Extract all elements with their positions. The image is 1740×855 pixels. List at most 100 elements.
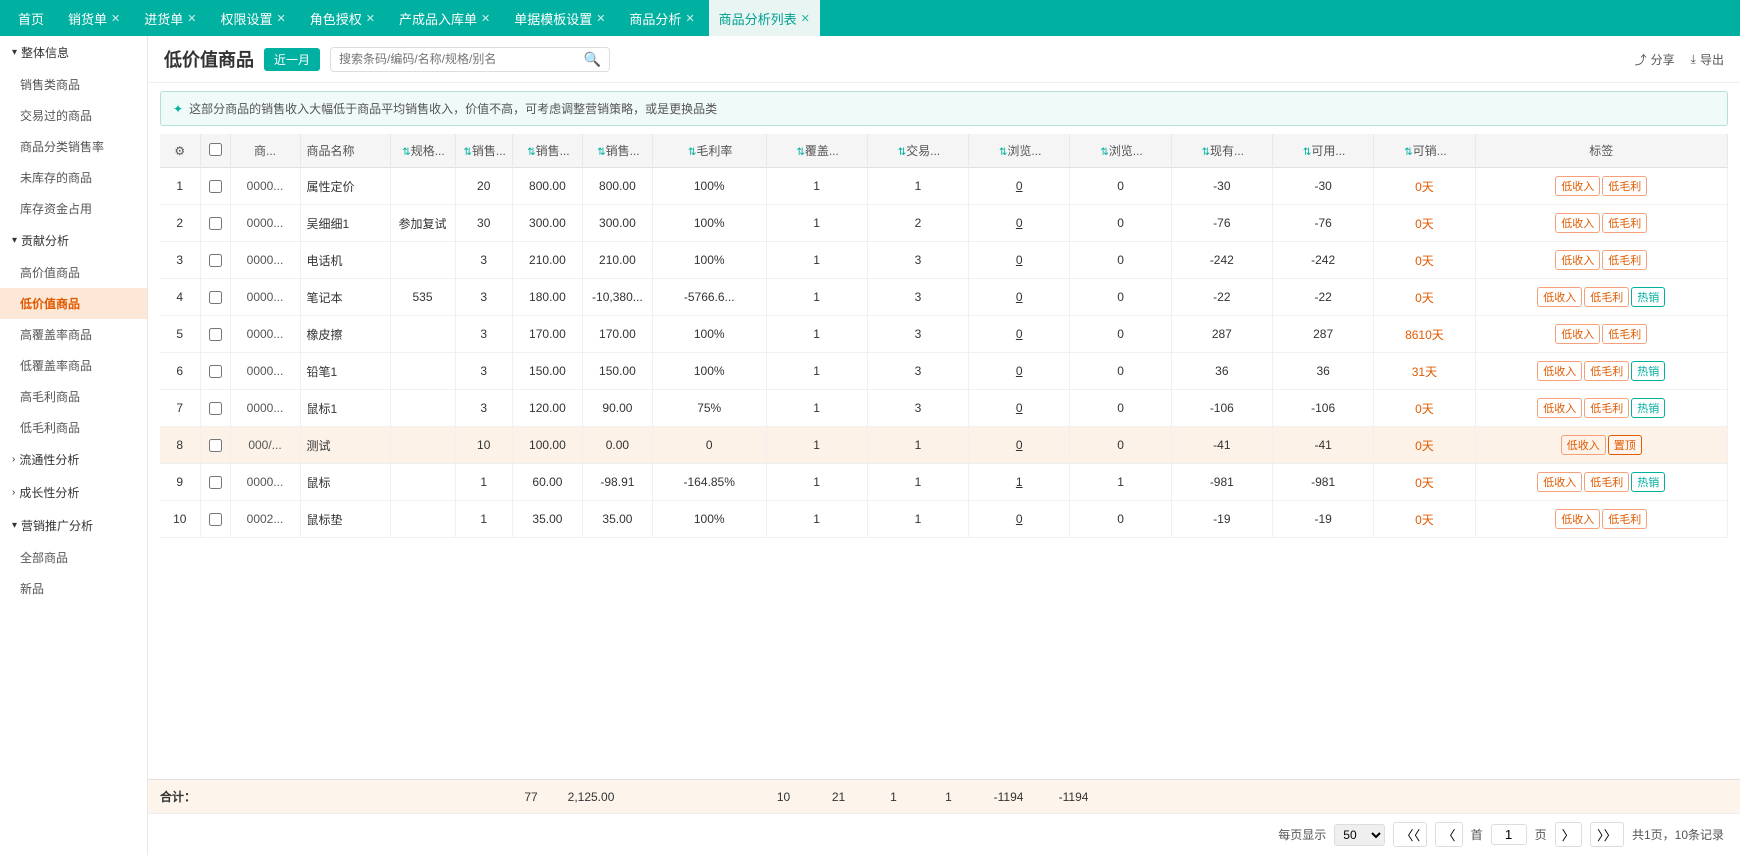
cell-check [200,205,230,242]
nav-product-analysis[interactable]: 商品分析 ✕ [619,0,704,36]
nav-permission[interactable]: 权限设置 ✕ [210,0,295,36]
cell-code: 0000... [230,464,300,501]
th-checkbox [200,134,230,168]
sidebar-group-marketing[interactable]: ▾ 营销推广分析 [0,509,147,542]
nav-close-purchase[interactable]: ✕ [187,12,196,25]
current-page-input[interactable] [1491,824,1527,845]
nav-purchase[interactable]: 进货单 ✕ [134,0,206,36]
sidebar-item-category-sales[interactable]: 商品分类销售率 [0,131,147,162]
sidebar-item-low-value[interactable]: 低价值商品 [0,288,147,319]
cell-s3: 800.00 [582,168,652,205]
row-checkbox[interactable] [209,217,222,230]
browse-link[interactable]: 0 [1016,438,1023,452]
sidebar-item-low-coverage[interactable]: 低覆盖率商品 [0,350,147,381]
sidebar-group-circulation[interactable]: › 流通性分析 [0,443,147,476]
cell-s2: 180.00 [512,279,582,316]
prev-page-button[interactable]: 〈 [1435,822,1462,847]
share-button[interactable]: ⤴ 分享 [1635,51,1675,68]
cell-num: 9 [160,464,200,501]
row-checkbox[interactable] [209,254,222,267]
browse-link[interactable]: 0 [1016,253,1023,267]
cell-days: 0天 [1374,390,1475,427]
row-checkbox[interactable] [209,328,222,341]
sidebar-item-high-value[interactable]: 高价值商品 [0,257,147,288]
sidebar-group-growth[interactable]: › 成长性分析 [0,476,147,509]
sidebar-group-contribution[interactable]: ▾ 贡献分析 [0,224,147,257]
th-browse1[interactable]: ⇅浏览... [969,134,1070,168]
total-label: 共1页，10条记录 [1632,826,1724,843]
browse-link[interactable]: 1 [1016,475,1023,489]
export-button[interactable]: ⤓ 导出 [1691,51,1724,68]
nav-close-sales[interactable]: ✕ [111,12,120,25]
browse-link[interactable]: 0 [1016,179,1023,193]
row-checkbox[interactable] [209,476,222,489]
row-checkbox[interactable] [209,180,222,193]
nav-close-product-analysis[interactable]: ✕ [685,12,694,25]
cell-check [200,168,230,205]
cell-s1: 3 [455,316,512,353]
sidebar-item-sales-products[interactable]: 销售类商品 [0,69,147,100]
sidebar-group-overview[interactable]: ▾ 整体信息 [0,36,147,69]
first-page-button[interactable]: 〈〈 [1393,822,1427,847]
cell-name: 铅笔1 [300,353,390,390]
nav-home[interactable]: 首页 [8,0,54,36]
nav-role[interactable]: 角色授权 ✕ [300,0,385,36]
browse-link[interactable]: 0 [1016,364,1023,378]
th-spec[interactable]: ⇅规格... [390,134,455,168]
nav-product-analysis-list[interactable]: 商品分析列表 ✕ [709,0,820,36]
sidebar-item-high-profit[interactable]: 高毛利商品 [0,381,147,412]
cell-code: 0002... [230,501,300,538]
period-button[interactable]: 近一月 [264,48,320,71]
sidebar-item-high-coverage[interactable]: 高覆盖率商品 [0,319,147,350]
cell-tags: 低收入低毛利 [1475,501,1727,538]
sidebar-item-new-products[interactable]: 新品 [0,573,147,604]
th-trade[interactable]: ⇅交易... [867,134,968,168]
th-code[interactable]: 商... [230,134,300,168]
nav-close-product-analysis-list[interactable]: ✕ [801,12,810,25]
nav-product-inbound[interactable]: 产成品入库单 ✕ [389,0,500,36]
cell-tags: 低收入低毛利 [1475,242,1727,279]
nav-sales[interactable]: 销货单 ✕ [58,0,130,36]
sidebar-item-stock-capital[interactable]: 库存资金占用 [0,193,147,224]
nav-template[interactable]: 单据模板设置 ✕ [504,0,615,36]
th-stock3[interactable]: ⇅可销... [1374,134,1475,168]
th-s2[interactable]: ⇅销售... [512,134,582,168]
th-s1[interactable]: ⇅销售... [455,134,512,168]
nav-close-template[interactable]: ✕ [596,12,605,25]
browse-link[interactable]: 0 [1016,401,1023,415]
row-checkbox[interactable] [209,439,222,452]
th-cov[interactable]: ⇅覆盖... [766,134,867,168]
tag-低毛利: 低毛利 [1602,509,1647,529]
tag-热销: 热销 [1631,361,1665,381]
row-checkbox[interactable] [209,365,222,378]
th-stock1[interactable]: ⇅现有... [1171,134,1272,168]
row-checkbox[interactable] [209,513,222,526]
nav-close-product-inbound[interactable]: ✕ [481,12,490,25]
browse-link[interactable]: 0 [1016,216,1023,230]
th-browse2[interactable]: ⇅浏览... [1070,134,1171,168]
cell-stock2: -22 [1272,279,1373,316]
settings-icon[interactable]: ⚙ [174,144,185,158]
select-all-checkbox[interactable] [209,143,222,156]
sidebar-item-traded-products[interactable]: 交易过的商品 [0,100,147,131]
row-checkbox[interactable] [209,291,222,304]
nav-close-role[interactable]: ✕ [366,12,375,25]
sidebar-item-low-profit[interactable]: 低毛利商品 [0,412,147,443]
last-page-button[interactable]: 〉〉 [1590,822,1624,847]
sidebar-item-no-stock[interactable]: 未库存的商品 [0,162,147,193]
tag-低收入: 低收入 [1561,435,1606,455]
search-input[interactable] [339,52,578,66]
per-page-select[interactable]: 50 100 [1334,824,1385,846]
th-name[interactable]: 商品名称 [300,134,390,168]
browse-link[interactable]: 0 [1016,290,1023,304]
th-s3[interactable]: ⇅销售... [582,134,652,168]
browse-link[interactable]: 0 [1016,512,1023,526]
next-page-button[interactable]: 〉 [1555,822,1582,847]
table-wrapper[interactable]: ⚙ 商... 商品名称 ⇅规格... [148,134,1740,779]
nav-close-permission[interactable]: ✕ [277,12,286,25]
sidebar-item-all-products[interactable]: 全部商品 [0,542,147,573]
th-rate[interactable]: ⇅毛利率 [652,134,766,168]
th-stock2[interactable]: ⇅可用... [1272,134,1373,168]
browse-link[interactable]: 0 [1016,327,1023,341]
row-checkbox[interactable] [209,402,222,415]
